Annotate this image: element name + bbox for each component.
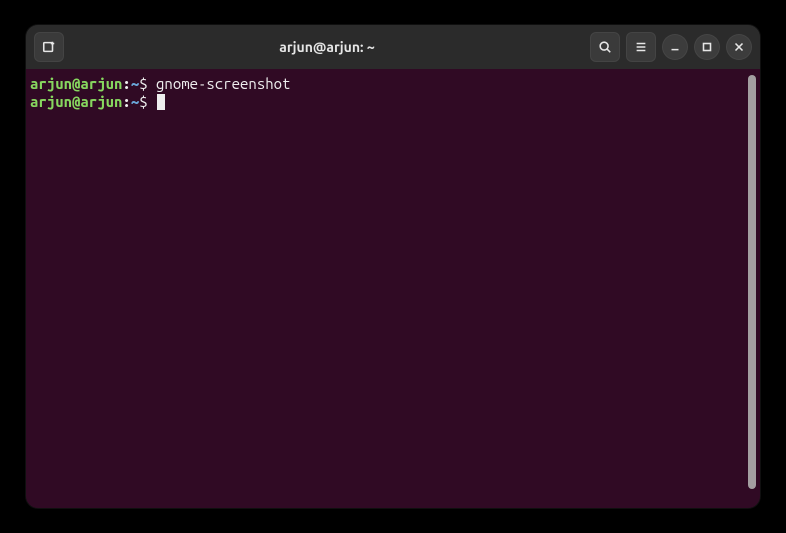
prompt-dollar: $ <box>139 75 147 92</box>
terminal-window: arjun@arjun: ~ <box>26 25 760 508</box>
prompt-user-host: arjun@arjun <box>30 93 122 110</box>
close-icon <box>732 40 746 54</box>
cursor <box>157 94 165 110</box>
new-tab-button[interactable] <box>34 32 64 62</box>
titlebar: arjun@arjun: ~ <box>26 25 760 69</box>
scrollbar-thumb[interactable] <box>748 75 756 489</box>
search-icon <box>598 40 612 54</box>
terminal-body[interactable]: arjun@arjun:~$ gnome-screenshot arjun@ar… <box>26 69 760 508</box>
titlebar-right <box>590 32 752 62</box>
prompt-path: ~ <box>131 75 139 92</box>
new-tab-icon <box>42 40 56 54</box>
prompt-colon: : <box>122 75 130 92</box>
titlebar-left <box>34 32 64 62</box>
terminal-content[interactable]: arjun@arjun:~$ gnome-screenshot arjun@ar… <box>30 75 746 506</box>
prompt-colon: : <box>122 93 130 110</box>
search-button[interactable] <box>590 32 620 62</box>
prompt-user-host: arjun@arjun <box>30 75 122 92</box>
scrollbar[interactable] <box>748 75 756 506</box>
prompt-dollar: $ <box>139 93 147 110</box>
minimize-icon <box>668 40 682 54</box>
maximize-icon <box>700 40 714 54</box>
prompt-path: ~ <box>131 93 139 110</box>
menu-button[interactable] <box>626 32 656 62</box>
command-text: gnome-screenshot <box>156 75 290 92</box>
close-button[interactable] <box>726 34 752 60</box>
minimize-button[interactable] <box>662 34 688 60</box>
maximize-button[interactable] <box>694 34 720 60</box>
hamburger-icon <box>634 40 648 54</box>
window-title: arjun@arjun: ~ <box>70 39 584 55</box>
